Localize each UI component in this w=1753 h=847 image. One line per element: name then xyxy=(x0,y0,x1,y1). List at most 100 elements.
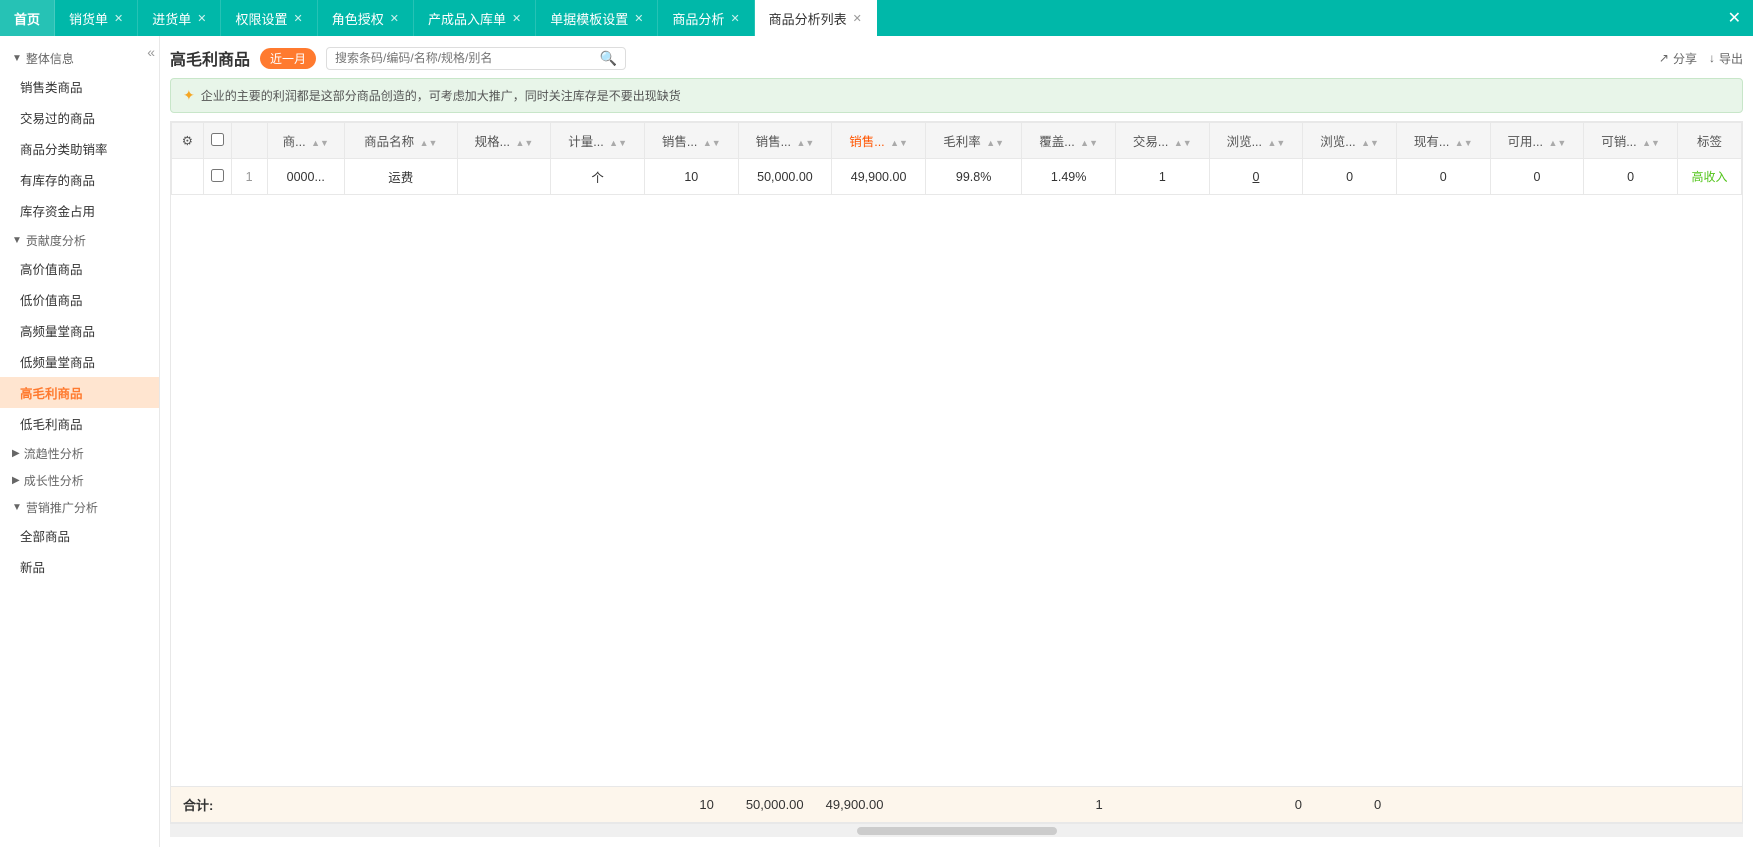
current-stock-sort-icon: ▲▼ xyxy=(1455,139,1473,148)
col-transactions[interactable]: 交易... ▲▼ xyxy=(1115,123,1209,159)
sales-tab-close[interactable]: ✕ xyxy=(114,12,123,25)
trend-analysis-arrow: ▶ xyxy=(12,448,20,459)
row-checkbox[interactable] xyxy=(211,169,224,182)
col-margin-rate[interactable]: 毛利率 ▲▼ xyxy=(925,123,1021,159)
share-button[interactable]: ↗ 分享 xyxy=(1659,50,1697,67)
sidebar-collapse-button[interactable]: « xyxy=(147,44,155,60)
row-goods-name-cell[interactable]: 运费 xyxy=(344,159,457,195)
filter-recent-month-button[interactable]: 近一月 xyxy=(260,48,316,69)
nav-tab-analysis[interactable]: 商品分析 ✕ xyxy=(658,0,754,36)
col-unit[interactable]: 计量... ▲▼ xyxy=(551,123,645,159)
row-checkbox-cell[interactable] xyxy=(203,159,231,195)
trend-analysis-label: 流趋性分析 xyxy=(24,445,84,462)
asset-analysis-label: 贡献度分析 xyxy=(26,232,86,249)
close-all-tabs-button[interactable]: ✕ xyxy=(1716,0,1753,36)
sidebar-item-low-value[interactable]: 低价值商品 xyxy=(0,284,159,315)
col-coverage[interactable]: 覆盖... ▲▼ xyxy=(1022,123,1116,159)
content-header: 高毛利商品 近一月 🔍 ↗ 分享 ↓ 导出 xyxy=(170,46,1743,70)
nav-tab-product-in[interactable]: 产成品入库单 ✕ xyxy=(414,0,536,36)
col-current-stock[interactable]: 现有... ▲▼ xyxy=(1396,123,1490,159)
tag-high-income-label: 高收入 xyxy=(1691,170,1727,184)
row-views1-cell[interactable]: 0 xyxy=(1209,159,1303,195)
sidebar-item-new-goods[interactable]: 新品 xyxy=(0,551,159,582)
coverage-sort-icon: ▲▼ xyxy=(1080,139,1098,148)
sidebar-group-growth-analysis[interactable]: ▶ 成长性分析 xyxy=(0,466,159,493)
sidebar-item-high-value[interactable]: 高价值商品 xyxy=(0,253,159,284)
col-goods-code[interactable]: 商... ▲▼ xyxy=(267,123,344,159)
template-tab-close[interactable]: ✕ xyxy=(634,12,643,25)
col-checkbox[interactable] xyxy=(203,123,231,159)
row-goods-code-cell[interactable]: 0000... xyxy=(267,159,344,195)
goods-name-sort-icon: ▲▼ xyxy=(420,139,438,148)
sidebar-group-general-info[interactable]: ▼ 整体信息 xyxy=(0,44,159,71)
sidebar-item-high-margin[interactable]: 高毛利商品 xyxy=(0,377,159,408)
share-icon: ↗ xyxy=(1659,51,1669,65)
col-sales-amount[interactable]: 销售... ▲▼ xyxy=(738,123,832,159)
available-stock-sort-icon: ▲▼ xyxy=(1548,139,1566,148)
views1-link[interactable]: 0 xyxy=(1252,170,1259,184)
sidebar-item-capital-occupation[interactable]: 库存资金占用 xyxy=(0,195,159,226)
col-views1[interactable]: 浏览... ▲▼ xyxy=(1209,123,1303,159)
info-tip: ✦ 企业的主要的利润都是这部分商品创造的，可考虑加大推广，同时关注库存是不要出现… xyxy=(170,78,1743,113)
analysis-tab-close[interactable]: ✕ xyxy=(730,12,739,25)
search-input[interactable] xyxy=(335,51,600,65)
sidebar-item-sales-goods[interactable]: 销售类商品 xyxy=(0,71,159,102)
nav-tab-sales[interactable]: 销货单 ✕ xyxy=(55,0,138,36)
sidebar-item-traded-goods[interactable]: 交易过的商品 xyxy=(0,102,159,133)
sidebar-item-high-freq-high-stock[interactable]: 高频量堂商品 xyxy=(0,315,159,346)
product-in-tab-close[interactable]: ✕ xyxy=(512,12,521,25)
sidebar-group-asset-analysis[interactable]: ▼ 贡献度分析 xyxy=(0,226,159,253)
sidebar-group-marketing-analysis[interactable]: ▼ 营销推广分析 xyxy=(0,493,159,520)
page-title: 高毛利商品 xyxy=(170,46,250,70)
footer-sales-qty: 10 xyxy=(693,797,719,812)
search-icon[interactable]: 🔍 xyxy=(600,50,617,67)
nav-tab-analysis-list[interactable]: 商品分析列表 ✕ xyxy=(755,0,877,36)
row-unit-cell: 个 xyxy=(551,159,645,195)
analysis-list-tab-close[interactable]: ✕ xyxy=(853,12,862,25)
unit-sort-icon: ▲▼ xyxy=(609,139,627,148)
footer-label: 合计: xyxy=(183,795,213,814)
sidebar-item-category-assist[interactable]: 商品分类助销率 xyxy=(0,133,159,164)
table-header-row: ⚙ 商... ▲▼ 商品名称 ▲▼ xyxy=(172,123,1742,159)
role-tab-close[interactable]: ✕ xyxy=(390,12,399,25)
content-panel: 高毛利商品 近一月 🔍 ↗ 分享 ↓ 导出 ✦ 企业的主要的利润都是这部分商品创… xyxy=(160,36,1753,847)
col-settings[interactable]: ⚙ xyxy=(172,123,204,159)
nav-tab-permission[interactable]: 权限设置 ✕ xyxy=(221,0,317,36)
col-spec[interactable]: 规格... ▲▼ xyxy=(457,123,551,159)
nav-tab-role[interactable]: 角色授权 ✕ xyxy=(318,0,414,36)
sales-amount-sort-icon: ▲▼ xyxy=(796,139,814,148)
col-sales-qty[interactable]: 销售... ▲▼ xyxy=(644,123,738,159)
views1-sort-icon: ▲▼ xyxy=(1267,139,1285,148)
sidebar-item-low-margin[interactable]: 低毛利商品 xyxy=(0,408,159,439)
table-row: 1 0000... 运费 个 xyxy=(172,159,1742,195)
nav-tab-template[interactable]: 单据模板设置 ✕ xyxy=(536,0,658,36)
row-sales-amount-cell: 50,000.00 xyxy=(738,159,832,195)
export-label: 导出 xyxy=(1719,50,1743,67)
sidebar-group-trend-analysis[interactable]: ▶ 流趋性分析 xyxy=(0,439,159,466)
row-saleable-stock-cell: 0 xyxy=(1584,159,1678,195)
purchase-tab-close[interactable]: ✕ xyxy=(197,12,206,25)
sidebar-item-in-stock[interactable]: 有库存的商品 xyxy=(0,164,159,195)
sidebar-item-low-freq-high-stock[interactable]: 低频量堂商品 xyxy=(0,346,159,377)
footer-transactions: 1 xyxy=(1090,797,1109,812)
permission-tab-close[interactable]: ✕ xyxy=(294,12,303,25)
product-in-tab-label: 产成品入库单 xyxy=(428,9,506,28)
home-tab-label: 首页 xyxy=(14,9,40,28)
col-views2[interactable]: 浏览... ▲▼ xyxy=(1303,123,1397,159)
template-tab-label: 单据模板设置 xyxy=(550,9,628,28)
export-button[interactable]: ↓ 导出 xyxy=(1709,50,1743,67)
data-table-container: ⚙ 商... ▲▼ 商品名称 ▲▼ xyxy=(170,121,1743,787)
horizontal-scrollbar[interactable] xyxy=(170,823,1743,837)
row-available-stock-cell: 0 xyxy=(1490,159,1584,195)
select-all-checkbox[interactable] xyxy=(211,133,224,146)
col-sales-profit[interactable]: 销售... ▲▼ xyxy=(832,123,926,159)
col-available-stock[interactable]: 可用... ▲▼ xyxy=(1490,123,1584,159)
scrollbar-thumb[interactable] xyxy=(857,827,1057,835)
col-tag[interactable]: 标签 xyxy=(1677,123,1741,159)
header-actions: ↗ 分享 ↓ 导出 xyxy=(1659,50,1743,67)
col-saleable-stock[interactable]: 可销... ▲▼ xyxy=(1584,123,1678,159)
col-goods-name[interactable]: 商品名称 ▲▼ xyxy=(344,123,457,159)
nav-tab-purchase[interactable]: 进货单 ✕ xyxy=(138,0,221,36)
nav-tab-home[interactable]: 首页 xyxy=(0,0,55,36)
sidebar-item-all-goods[interactable]: 全部商品 xyxy=(0,520,159,551)
